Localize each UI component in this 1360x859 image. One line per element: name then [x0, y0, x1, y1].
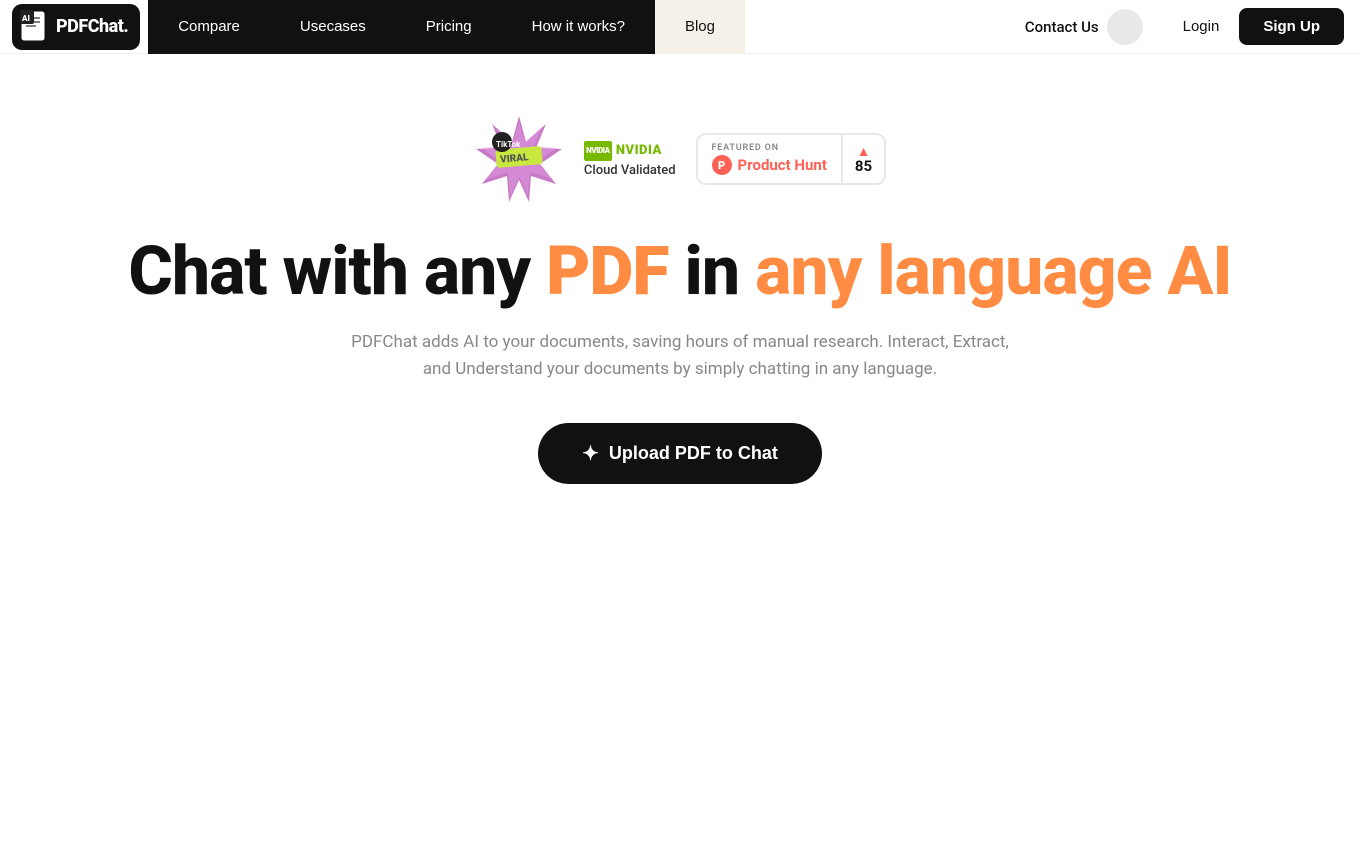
nav-items: Compare Usecases Pricing How it works? B…	[148, 0, 1005, 54]
ph-badge-right: ▲ 85	[841, 135, 884, 183]
nav-usecases[interactable]: Usecases	[270, 0, 396, 54]
signup-button[interactable]: Sign Up	[1239, 8, 1344, 45]
contact-us-area: Contact Us	[1005, 9, 1163, 45]
logo[interactable]: AI PDFChat.	[12, 4, 140, 50]
hero-title: Chat with any PDF in any language AI	[128, 234, 1231, 309]
logo-icon: AI	[20, 10, 50, 44]
hero-title-lang: any language AI	[755, 231, 1232, 311]
upload-pdf-button[interactable]: ✦ Upload PDF to Chat	[538, 423, 822, 484]
hero-title-pdf: PDF	[546, 231, 668, 311]
ph-bottom: P Product Hunt	[712, 155, 827, 175]
nav-blog[interactable]: Blog	[655, 0, 745, 54]
ph-featured-label: FEATURED ON	[712, 143, 779, 153]
svg-text:TikTok: TikTok	[496, 140, 521, 149]
ph-badge-left: FEATURED ON P Product Hunt	[698, 135, 841, 183]
nvidia-name-text: NVIDIA	[616, 143, 662, 158]
upload-btn-label: Upload PDF to Chat	[609, 443, 778, 464]
badges-row: VIRAL TikTok NVIDIA NVIDIA Cloud Validat…	[474, 114, 886, 204]
logo-text: PDFChat.	[56, 16, 128, 37]
ph-name: Product Hunt	[738, 156, 827, 174]
viral-badge: VIRAL TikTok	[474, 114, 564, 204]
nav-right: Contact Us Login Sign Up	[1005, 8, 1360, 45]
contact-us-text: Contact Us	[1025, 18, 1099, 36]
nav-compare[interactable]: Compare	[148, 0, 270, 54]
hero-section: VIRAL TikTok NVIDIA NVIDIA Cloud Validat…	[0, 54, 1360, 484]
hero-title-mid: in	[669, 231, 755, 311]
ph-p-icon: P	[712, 155, 732, 175]
nav-how-it-works[interactable]: How it works?	[502, 0, 655, 54]
nvidia-badge: NVIDIA NVIDIA Cloud Validated	[584, 141, 676, 178]
login-button[interactable]: Login	[1163, 18, 1240, 35]
nvidia-cloud-text: Cloud Validated	[584, 163, 676, 178]
hero-title-start: Chat with any	[128, 231, 546, 311]
ph-count: 85	[855, 159, 872, 174]
nvidia-eye-icon: NVIDIA	[584, 141, 612, 161]
navbar: AI PDFChat. Compare Usecases Pricing How…	[0, 0, 1360, 54]
sparkle-icon: ✦	[582, 441, 599, 466]
contact-dot-icon	[1107, 9, 1143, 45]
hero-subtitle: PDFChat adds AI to your documents, savin…	[340, 329, 1020, 383]
viral-starburst-icon: VIRAL TikTok	[474, 114, 564, 204]
product-hunt-badge[interactable]: FEATURED ON P Product Hunt ▲ 85	[696, 133, 887, 185]
nvidia-logo: NVIDIA NVIDIA	[584, 141, 662, 161]
svg-text:AI: AI	[21, 14, 30, 23]
nav-pricing[interactable]: Pricing	[396, 0, 502, 54]
